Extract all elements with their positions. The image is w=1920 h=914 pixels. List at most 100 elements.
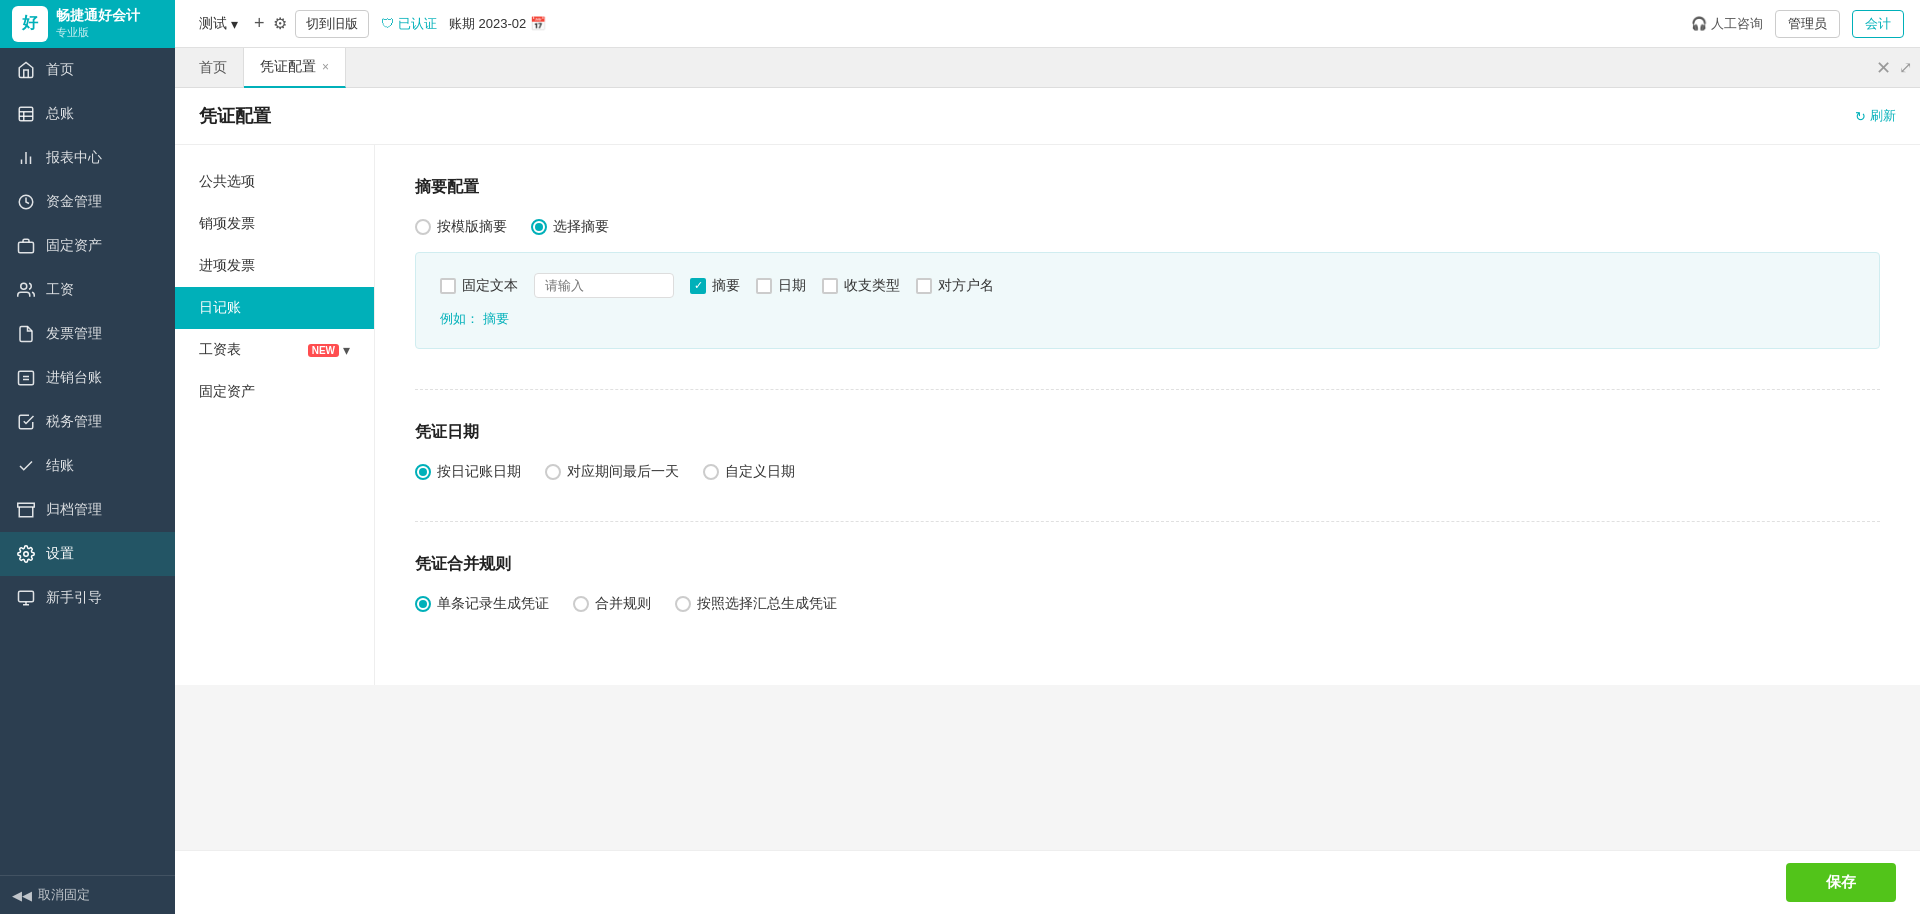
summary-radio-select[interactable]: 选择摘要 xyxy=(531,218,609,236)
sidebar-item-settings[interactable]: 设置 xyxy=(0,532,175,576)
summary-radio-template[interactable]: 按模版摘要 xyxy=(415,218,507,236)
consult-btn[interactable]: 🎧 人工咨询 xyxy=(1691,15,1763,33)
select-radio-label: 选择摘要 xyxy=(553,218,609,236)
invoice-icon xyxy=(16,324,36,344)
right-config: 摘要配置 按模版摘要 选择摘要 xyxy=(375,145,1920,685)
settings-icon[interactable]: ⚙ xyxy=(273,14,287,33)
logo-sub: 专业版 xyxy=(56,25,140,40)
left-nav-fixed-asset-label: 固定资产 xyxy=(199,383,255,399)
journal-date-radio-circle xyxy=(415,464,431,480)
sidebar-item-archive[interactable]: 归档管理 xyxy=(0,488,175,532)
sidebar-item-stock[interactable]: 进销台账 xyxy=(0,356,175,400)
sidebar-item-report[interactable]: 报表中心 xyxy=(0,136,175,180)
fixed-text-checkbox[interactable]: 固定文本 xyxy=(440,277,518,295)
date-journal-radio[interactable]: 按日记账日期 xyxy=(415,463,521,481)
sidebar-label-ledger: 总账 xyxy=(46,105,74,123)
period-last-radio-circle xyxy=(545,464,561,480)
sidebar-item-salary[interactable]: 工资 xyxy=(0,268,175,312)
fund-icon xyxy=(16,192,36,212)
close-window-icon[interactable]: ✕ xyxy=(1876,57,1891,79)
report-icon xyxy=(16,148,36,168)
refresh-btn[interactable]: ↻ 刷新 xyxy=(1855,107,1896,125)
svg-rect-13 xyxy=(18,503,35,507)
calendar-icon[interactable]: 📅 xyxy=(530,16,546,31)
stock-icon xyxy=(16,368,36,388)
sidebar-item-settle[interactable]: 结账 xyxy=(0,444,175,488)
tab-home[interactable]: 首页 xyxy=(183,48,244,88)
sidebar-item-tax[interactable]: 税务管理 xyxy=(0,400,175,444)
sidebar-item-asset[interactable]: 固定资产 xyxy=(0,224,175,268)
add-icon[interactable]: + xyxy=(254,13,265,34)
left-nav-fixed-asset[interactable]: 固定资产 xyxy=(175,371,374,413)
switch-old-btn[interactable]: 切到旧版 xyxy=(295,10,369,38)
abstract-checkbox[interactable]: 摘要 xyxy=(690,277,740,295)
merge-rule-radio[interactable]: 合并规则 xyxy=(573,595,651,613)
period-value: 2023-02 xyxy=(479,16,527,31)
left-nav-public-label: 公共选项 xyxy=(199,173,255,189)
date-radio-group: 按日记账日期 对应期间最后一天 自定义日期 xyxy=(415,463,1880,481)
merge-rule-radio-circle xyxy=(573,596,589,612)
tab-voucher-config[interactable]: 凭证配置 × xyxy=(244,48,346,88)
sidebar-item-invoice[interactable]: 发票管理 xyxy=(0,312,175,356)
sidebar-item-ledger[interactable]: 总账 xyxy=(0,92,175,136)
sidebar-item-fund[interactable]: 资金管理 xyxy=(0,180,175,224)
sidebar-label-archive: 归档管理 xyxy=(46,501,102,519)
custom-date-label: 自定义日期 xyxy=(725,463,795,481)
left-nav-purchase[interactable]: 进项发票 xyxy=(175,245,374,287)
merge-single-radio[interactable]: 单条记录生成凭证 xyxy=(415,595,549,613)
single-radio-circle xyxy=(415,596,431,612)
main-layout: 首页 总账 报表中心 资金管理 xyxy=(0,48,1920,914)
refresh-label: 刷新 xyxy=(1870,107,1896,125)
project-selector[interactable]: 测试 ▾ xyxy=(199,15,238,33)
date-checkbox[interactable]: 日期 xyxy=(756,277,806,295)
merge-select-radio[interactable]: 按照选择汇总生成凭证 xyxy=(675,595,837,613)
merge-rule-label: 合并规则 xyxy=(595,595,651,613)
sidebar-label-home: 首页 xyxy=(46,61,74,79)
settings-nav-icon xyxy=(16,544,36,564)
sidebar-label-settle: 结账 xyxy=(46,457,74,475)
left-nav-sales[interactable]: 销项发票 xyxy=(175,203,374,245)
date-custom-radio[interactable]: 自定义日期 xyxy=(703,463,795,481)
tab-home-label: 首页 xyxy=(199,59,227,77)
fixed-text-input[interactable] xyxy=(534,273,674,298)
sidebar-scroll: 首页 总账 报表中心 资金管理 xyxy=(0,48,175,875)
summary-section: 摘要配置 按模版摘要 选择摘要 xyxy=(415,177,1880,349)
sidebar: 首页 总账 报表中心 资金管理 xyxy=(0,48,175,914)
cancel-fixed-label: 取消固定 xyxy=(38,886,90,904)
pay-type-checkbox[interactable]: 收支类型 xyxy=(822,277,900,295)
pay-type-checkbox-box xyxy=(822,278,838,294)
page-content: 凭证配置 ↻ 刷新 公共选项 销项发票 进项发票 xyxy=(175,88,1920,850)
left-nav-payroll[interactable]: 工资表 NEW ▾ xyxy=(175,329,374,371)
topbar-right: 🎧 人工咨询 管理员 会计 xyxy=(1691,10,1904,38)
date-period-radio[interactable]: 对应期间最后一天 xyxy=(545,463,679,481)
left-nav-public[interactable]: 公共选项 xyxy=(175,161,374,203)
inner-layout: 公共选项 销项发票 进项发票 日记账 工资表 xyxy=(175,145,1920,685)
user-btn[interactable]: 管理员 xyxy=(1775,10,1840,38)
archive-icon xyxy=(16,500,36,520)
fixed-text-label: 固定文本 xyxy=(462,277,518,295)
fixed-text-checkbox-box xyxy=(440,278,456,294)
summary-title: 摘要配置 xyxy=(415,177,1880,198)
tab-close-icon[interactable]: × xyxy=(322,60,329,74)
cancel-fixed-btn[interactable]: ◀◀ 取消固定 xyxy=(0,875,175,914)
journal-date-label: 按日记账日期 xyxy=(437,463,521,481)
template-radio-label: 按模版摘要 xyxy=(437,218,507,236)
logo-area: 好 畅捷通好会计 专业版 xyxy=(0,0,175,48)
sidebar-label-report: 报表中心 xyxy=(46,149,102,167)
salary-icon xyxy=(16,280,36,300)
left-nav-journal[interactable]: 日记账 xyxy=(175,287,374,329)
accountant-btn[interactable]: 会计 xyxy=(1852,10,1904,38)
left-nav-journal-label: 日记账 xyxy=(199,299,241,315)
counterpart-checkbox-box xyxy=(916,278,932,294)
date-title: 凭证日期 xyxy=(415,422,1880,443)
select-merge-radio-circle xyxy=(675,596,691,612)
logo-text: 畅捷通好会计 专业版 xyxy=(56,7,140,40)
counterpart-checkbox[interactable]: 对方户名 xyxy=(916,277,994,295)
date-label: 日期 xyxy=(778,277,806,295)
project-name: 测试 xyxy=(199,15,227,33)
sidebar-item-guide[interactable]: 新手引导 xyxy=(0,576,175,620)
maximize-icon[interactable]: ⤢ xyxy=(1899,58,1912,77)
sidebar-item-home[interactable]: 首页 xyxy=(0,48,175,92)
save-button[interactable]: 保存 xyxy=(1786,863,1896,902)
sidebar-label-asset: 固定资产 xyxy=(46,237,102,255)
